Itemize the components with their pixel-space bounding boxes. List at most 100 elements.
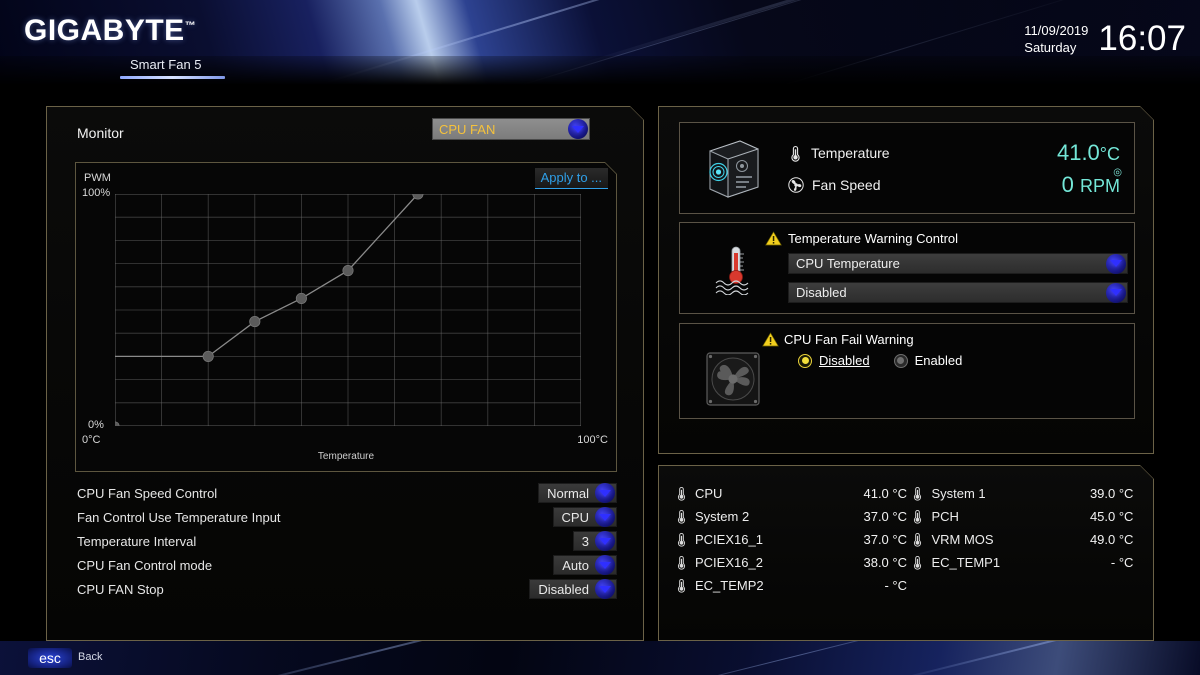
footer-streak	[185, 641, 595, 675]
temperature-value: 37.0 °C	[863, 532, 907, 547]
temperature-row: PCIEX16_2 38.0 °C	[675, 551, 907, 574]
setting-dropdown[interactable]: Normal	[538, 483, 617, 503]
setting-dropdown[interactable]: CPU	[553, 507, 617, 527]
reading-number: 41.0	[1056, 140, 1100, 165]
clock-date-block: 11/09/2019 Saturday	[1024, 20, 1088, 56]
warning-state-value: Disabled	[796, 285, 847, 300]
chart-ylabel: PWM	[84, 172, 111, 184]
temperature-row: CPU 41.0 °C	[675, 482, 907, 505]
radio-enabled[interactable]	[894, 354, 908, 368]
reading-label: Temperature	[811, 145, 890, 161]
gigabyte-logo: GIGABYTE™	[24, 14, 196, 48]
esc-key-label: esc	[39, 650, 61, 666]
setting-row[interactable]: CPU Fan Control mode Auto	[77, 554, 617, 577]
setting-label: CPU FAN Stop	[77, 582, 164, 597]
curve-point[interactable]	[343, 265, 353, 275]
fan-selector-value: CPU FAN	[439, 121, 496, 137]
chevron-down-icon[interactable]	[595, 579, 615, 599]
chevron-down-icon[interactable]	[595, 483, 615, 503]
setting-value: Normal	[547, 485, 589, 501]
temperature-row: System 1 39.0 °C	[911, 482, 1133, 505]
thermometer-icon	[675, 509, 688, 524]
setting-label: Temperature Interval	[77, 534, 197, 549]
temperature-value: 38.0 °C	[863, 555, 907, 570]
temperature-value: - °C	[1110, 555, 1134, 570]
radio-label-disabled[interactable]: Disabled	[819, 353, 870, 368]
fan-selector-dropdown[interactable]: CPU FAN	[432, 118, 590, 140]
thermometer-icon	[675, 532, 688, 547]
temperature-name: EC_TEMP1	[931, 555, 1001, 570]
reading-number: 0	[1061, 172, 1074, 197]
setting-dropdown[interactable]: 3	[573, 531, 617, 551]
warning-source-dropdown[interactable]: CPU Temperature	[788, 253, 1128, 274]
fan-curve-chart[interactable]: PWM 100% 0% 0°C 100°C Temperature Apply …	[75, 162, 617, 472]
chart-plot-area[interactable]	[115, 194, 581, 426]
setting-value: 3	[581, 533, 589, 549]
setting-label: CPU Fan Speed Control	[77, 486, 218, 501]
chevron-down-icon[interactable]	[595, 555, 615, 575]
time-text: 16:07	[1098, 19, 1186, 58]
warning-state-dropdown[interactable]: Disabled	[788, 282, 1128, 303]
setting-value: CPU	[561, 509, 589, 525]
temperature-value: 39.0 °C	[1089, 486, 1134, 501]
curve-point[interactable]	[203, 351, 213, 361]
setting-row[interactable]: Fan Control Use Temperature Input CPU	[77, 506, 617, 529]
chevron-down-icon[interactable]	[568, 119, 588, 139]
reading-value: 0 RPM	[1062, 172, 1120, 198]
temperature-grid: CPU 41.0 °C System 2 37.0 °C PCIEX16_1 37.0 °…	[675, 482, 1141, 597]
chart-xtick-max: 100°C	[577, 434, 608, 446]
fan-icon	[788, 177, 804, 193]
curve-point[interactable]	[115, 422, 119, 426]
clock: 11/09/2019 Saturday 16:07	[1024, 20, 1186, 57]
setting-label: CPU Fan Control mode	[77, 558, 213, 573]
temperature-name: VRM MOS	[931, 532, 994, 547]
chevron-down-icon[interactable]	[1106, 254, 1126, 274]
fan-fail-options: Disabled Enabled	[798, 353, 962, 368]
rpm-superscript-icon: ◎	[1113, 167, 1122, 178]
setting-row[interactable]: CPU FAN Stop Disabled	[77, 578, 617, 601]
fan-curve-svg[interactable]	[115, 194, 581, 426]
curve-point[interactable]	[250, 316, 260, 326]
apply-to-button[interactable]: Apply to ...	[535, 168, 608, 189]
setting-dropdown[interactable]: Disabled	[529, 579, 617, 599]
setting-value: Disabled	[538, 581, 589, 597]
fan-fail-warning-title: CPU Fan Fail Warning	[784, 332, 914, 347]
thermometer-warm-icon	[712, 245, 764, 295]
chart-xtick-min: 0°C	[82, 434, 101, 446]
page-title: Smart Fan 5	[130, 57, 202, 72]
thermometer-icon	[911, 555, 924, 570]
temperature-row: VRM MOS 49.0 °C	[911, 528, 1133, 551]
footer-bar	[0, 641, 1200, 675]
reading-unit: RPM	[1080, 176, 1120, 196]
chevron-down-icon[interactable]	[1106, 283, 1126, 303]
monitor-panel-title: Monitor	[77, 125, 124, 141]
setting-row[interactable]: CPU Fan Speed Control Normal	[77, 482, 617, 505]
temperature-warning-box: Temperature Warning Control CPU Temperat…	[679, 222, 1135, 314]
temperature-value: 49.0 °C	[1089, 532, 1134, 547]
thermometer-icon	[911, 486, 924, 501]
radio-label-enabled[interactable]: Enabled	[915, 353, 963, 368]
esc-key-button[interactable]: esc	[28, 648, 72, 668]
temperature-row: System 2 37.0 °C	[675, 505, 907, 528]
temperature-name: PCH	[931, 509, 959, 524]
radio-disabled[interactable]	[798, 354, 812, 368]
weekday-text: Saturday	[1024, 40, 1077, 55]
setting-dropdown[interactable]: Auto	[553, 555, 617, 575]
temperature-row: PCIEX16_1 37.0 °C	[675, 528, 907, 551]
chevron-down-icon[interactable]	[595, 531, 615, 551]
thermometer-icon	[675, 578, 688, 593]
temperature-column-right: System 1 39.0 °C PCH 45.0 °C VRM MOS 49.0 °C E…	[911, 482, 1133, 574]
temperature-value: 45.0 °C	[1089, 509, 1134, 524]
footer-streak	[884, 641, 1196, 675]
panel-corner-bevel	[1138, 107, 1153, 122]
temperature-row: EC_TEMP1 - °C	[911, 551, 1133, 574]
curve-point[interactable]	[296, 293, 306, 303]
temperature-name: PCIEX16_2	[695, 555, 763, 570]
reading-unit: °C	[1099, 144, 1120, 164]
readings-list: Temperature 41.0°C Fan Speed 0 RPM	[788, 137, 1120, 201]
temperature-value: 37.0 °C	[863, 509, 907, 524]
chevron-down-icon[interactable]	[595, 507, 615, 527]
warning-triangle-icon	[765, 231, 782, 246]
fan-fail-warning-box: CPU Fan Fail Warning Disabled Enabled	[679, 323, 1135, 419]
setting-row[interactable]: Temperature Interval 3	[77, 530, 617, 553]
